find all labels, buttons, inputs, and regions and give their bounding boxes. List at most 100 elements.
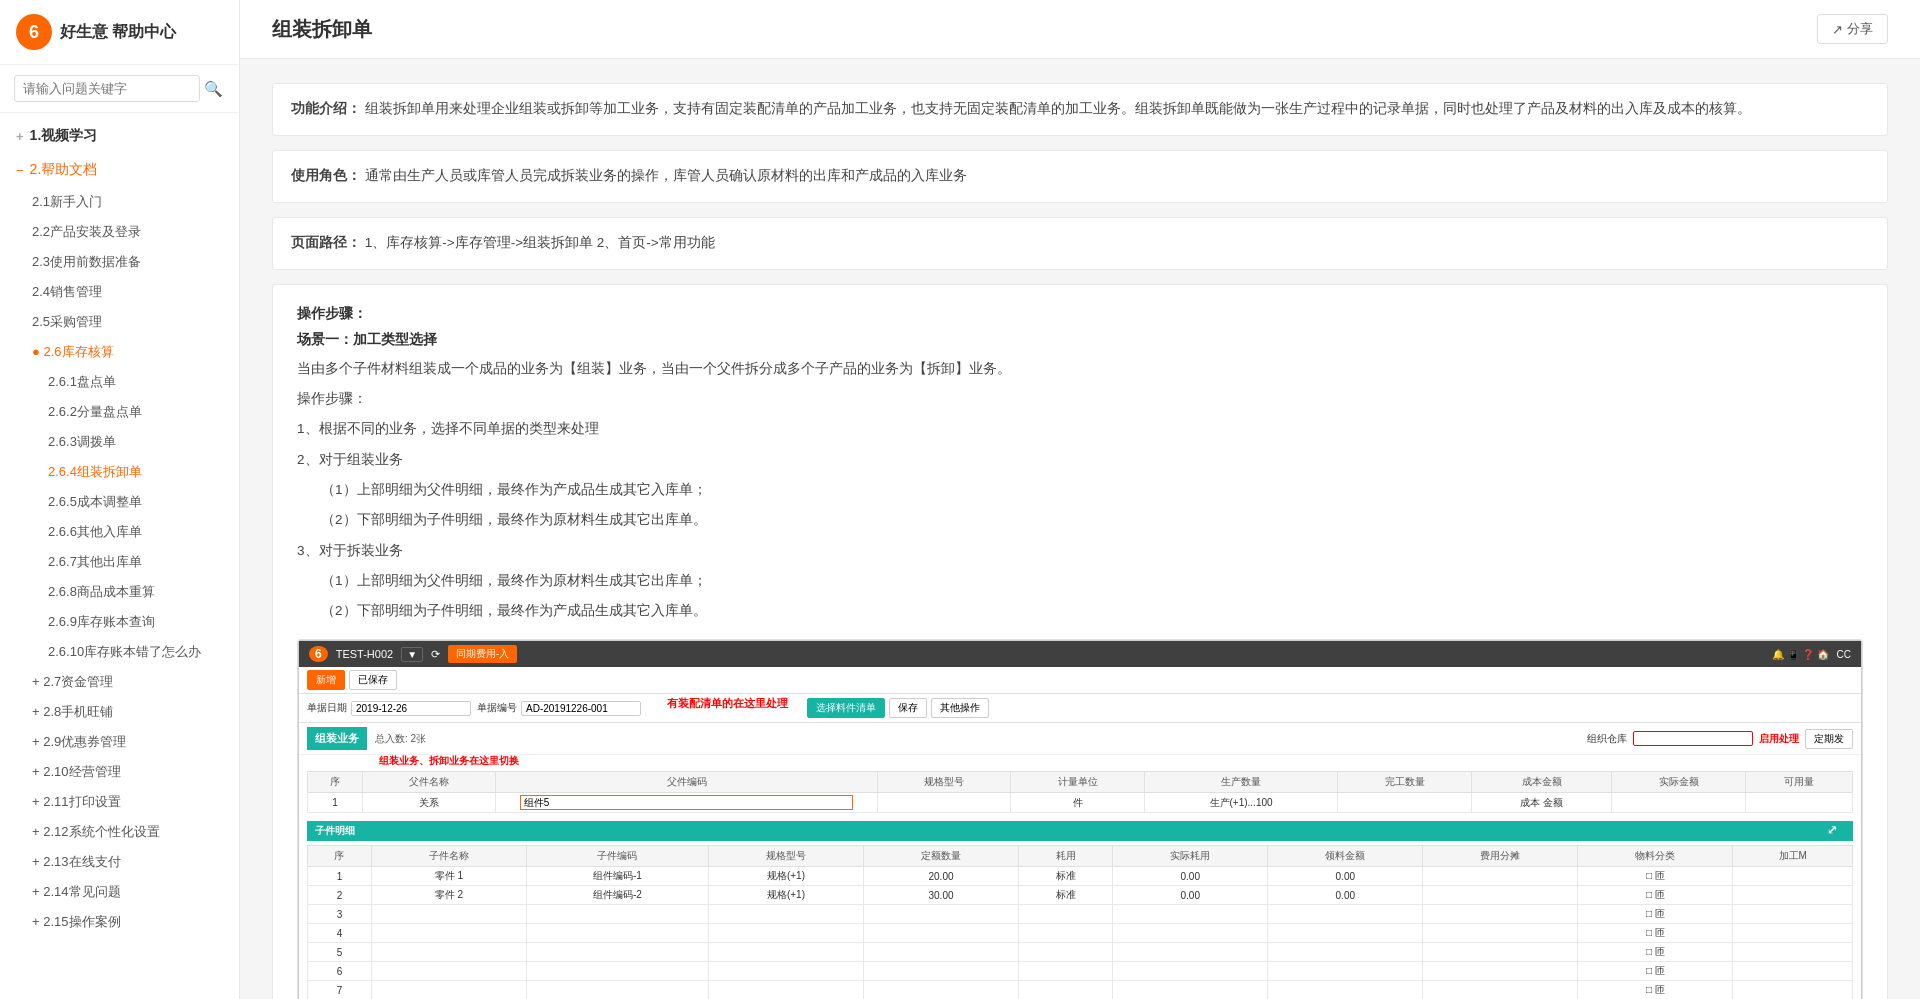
step3-1: （1）上部明细为父件明细，最终作为原材料生成其它出库单；: [321, 569, 1863, 593]
sidebar-item-partial-stock[interactable]: 2.6.2分量盘点单: [0, 397, 239, 427]
sidebar-item-purchase[interactable]: 2.5采购管理: [0, 307, 239, 337]
role-text: 通常由生产人员或库管人员完成拆装业务的操作，库管人员确认原材料的出库和产成品的入…: [365, 168, 967, 183]
td-parent-name: 关系: [362, 793, 495, 813]
path-box: 页面路径： 1、库存核算->库存管理->组装拆卸单 2、首页->常用功能: [272, 217, 1888, 270]
step2-1: （1）上部明细为父件明细，最终作为产成品生成其它入库单；: [321, 478, 1863, 502]
mock-confirm-btn[interactable]: 定期发: [1805, 729, 1853, 749]
lth-process: 加工M: [1733, 846, 1853, 867]
sidebar-item-docs[interactable]: − 2.帮助文档: [0, 153, 239, 187]
sidebar-item-mobile[interactable]: + 2.8手机旺铺: [0, 697, 239, 727]
sidebar-item-sales[interactable]: 2.4销售管理: [0, 277, 239, 307]
lth-category: 物料分类: [1578, 846, 1733, 867]
sidebar-item-payment[interactable]: + 2.13在线支付: [0, 847, 239, 877]
table-row: 1 零件 1 组件编码-1 规格(+1) 20.00 标准 0.00 0.00: [308, 867, 1853, 886]
top-bar: 组装拆卸单 ↗ 分享: [240, 0, 1920, 59]
td-actual: [1612, 793, 1745, 813]
mock-warehouse-input[interactable]: [1633, 731, 1753, 746]
mock-docno-label: 单据编号: [477, 701, 517, 715]
mock-app: 6 TEST-H002 ▼ ⟳ 同期费用-入 🔔 📱 ❓ 🏠 CC: [298, 640, 1862, 999]
sidebar-item-cost-adjust[interactable]: 2.6.5成本调整单: [0, 487, 239, 517]
search-button[interactable]: 🔍: [200, 80, 227, 98]
mock-extra-btn1[interactable]: 保存: [889, 698, 927, 718]
share-button[interactable]: ↗ 分享: [1817, 14, 1888, 44]
mock-nav-tabs: 新增 已保存: [299, 667, 1861, 694]
mock-date-input[interactable]: [351, 701, 471, 716]
intro-label: 功能介绍：: [291, 101, 361, 116]
role-box: 使用角色： 通常由生产人员或库管人员完成拆装业务的操作，库管人员确认原材料的出库…: [272, 150, 1888, 203]
sidebar-item-data-prep[interactable]: 2.3使用前数据准备: [0, 247, 239, 277]
td-seq: 1: [308, 793, 363, 813]
lth-actual-consume: 实际耗用: [1113, 846, 1268, 867]
intro-box: 功能介绍： 组装拆卸单用来处理企业组装或拆卸等加工业务，支持有固定装配清单的产品…: [272, 83, 1888, 136]
nav-list: + 1.视频学习 − 2.帮助文档 2.1新手入门 2.2产品安装及登录 2.3…: [0, 113, 239, 943]
sidebar-item-inbound[interactable]: 2.6.6其他入库单: [0, 517, 239, 547]
code-input[interactable]: [520, 795, 854, 810]
sidebar-item-ledger-fix[interactable]: 2.6.10库存账本错了怎么办: [0, 637, 239, 667]
mock-tab-new[interactable]: 新增: [307, 670, 345, 690]
table-row: 6□ 匝: [308, 962, 1853, 981]
mock-section-label: 组装业务: [307, 727, 367, 750]
th-parent-name: 父件名称: [362, 772, 495, 793]
mock-extra-btn2[interactable]: 其他操作: [931, 698, 989, 718]
lth-child-name: 子件名称: [371, 846, 526, 867]
sidebar-item-inventory[interactable]: ● 2.6库存核算: [0, 337, 239, 367]
active-bullet: ●: [32, 344, 40, 359]
mock-topbar-btn[interactable]: 同期费用-入: [448, 645, 517, 663]
table-row: 5□ 匝: [308, 943, 1853, 962]
mock-row-count: 总入数: 2张: [375, 732, 426, 746]
logo-title: 好生意 帮助中心: [60, 22, 176, 43]
sidebar-item-assembly[interactable]: 2.6.4组装拆卸单: [0, 457, 239, 487]
sidebar-item-faq[interactable]: + 2.14常见问题: [0, 877, 239, 907]
scene-desc: 当由多个子件材料组装成一个成品的业务为【组装】业务，当由一个父件拆分成多个子产品…: [297, 357, 1863, 381]
td-prod-qty: 生产(+1)...100: [1144, 793, 1338, 813]
mock-form-row: 单据日期 单据编号 有装配清单的在这里处理 选择料件清单 保存 其他操作: [299, 694, 1861, 723]
mock-tab-saved[interactable]: 已保存: [349, 670, 397, 690]
mock-lower-table-header: 序 子件名称 子件编码 规格型号 定额数量 耗用 实际耗用 领料金额 费用分摊: [308, 846, 1853, 867]
mock-process-btn[interactable]: 选择料件清单: [807, 698, 885, 718]
sidebar-item-coupon[interactable]: + 2.9优惠券管理: [0, 727, 239, 757]
sidebar-item-cost-recalc[interactable]: 2.6.8商品成本重算: [0, 577, 239, 607]
td-done-qty: [1338, 793, 1471, 813]
mock-dropdown[interactable]: ▼: [401, 647, 423, 662]
td-parent-code: [496, 793, 878, 813]
mock-docno-input[interactable]: [521, 701, 641, 716]
sidebar-item-system[interactable]: + 2.12系统个性化设置: [0, 817, 239, 847]
th-prod-qty: 生产数量: [1144, 772, 1338, 793]
sidebar-item-install[interactable]: 2.2产品安装及登录: [0, 217, 239, 247]
mock-refresh-icon[interactable]: ⟳: [431, 648, 440, 661]
sidebar-item-ops[interactable]: + 2.10经营管理: [0, 757, 239, 787]
step2: 2、对于组装业务: [297, 448, 1863, 472]
table-row: 1 关系 件 生产(+1)...100 成本 金额: [308, 793, 1853, 813]
sidebar-item-outbound[interactable]: 2.6.7其他出库单: [0, 547, 239, 577]
path-label: 页面路径：: [291, 235, 361, 250]
mock-expand-icon[interactable]: ⤢: [1827, 823, 1837, 837]
steps-container: 操作步骤： 场景一：加工类型选择 当由多个子件材料组装成一个成品的业务为【组装】…: [272, 284, 1888, 999]
sidebar-item-video[interactable]: + 1.视频学习: [0, 119, 239, 153]
ops-heading: 操作步骤：: [297, 305, 1863, 323]
screenshot-container: 6 TEST-H002 ▼ ⟳ 同期费用-入 🔔 📱 ❓ 🏠 CC: [297, 639, 1863, 999]
table-row: 4□ 匝: [308, 924, 1853, 943]
scene-label: 场景一：加工类型选择: [297, 331, 1863, 349]
page-title: 组装拆卸单: [272, 16, 372, 43]
mock-lower-table: 序 子件名称 子件编码 规格型号 定额数量 耗用 实际耗用 领料金额 费用分摊: [307, 845, 1853, 999]
mock-lower-table-container: 无固定清单可拖拽在这里录入 序 子件名称 子件编码 规格型号 定额数量 耗用: [299, 845, 1861, 999]
mock-upper-table-header: 序 父件名称 父件编码 规格型号 计量单位 生产数量 完工数量 成本金额 实际金…: [308, 772, 1853, 793]
step2-2: （2）下部明细为子件明细，最终作为原材料生成其它出库单。: [321, 508, 1863, 532]
lth-child-code: 子件编码: [526, 846, 708, 867]
collapse-icon: −: [16, 163, 24, 178]
sidebar-item-finance[interactable]: + 2.7资金管理: [0, 667, 239, 697]
step3: 3、对于拆装业务: [297, 539, 1863, 563]
mock-upper-table-container: 序 父件名称 父件编码 规格型号 计量单位 生产数量 完工数量 成本金额 实际金…: [299, 755, 1861, 817]
intro-text: 组装拆卸单用来处理企业组装或拆卸等加工业务，支持有固定装配清单的产品加工业务，也…: [365, 101, 1751, 116]
sidebar-item-print[interactable]: + 2.11打印设置: [0, 787, 239, 817]
sidebar-item-cases[interactable]: + 2.15操作案例: [0, 907, 239, 937]
sidebar-item-stocktake[interactable]: 2.6.1盘点单: [0, 367, 239, 397]
lth-alloc: 费用分摊: [1423, 846, 1578, 867]
search-input[interactable]: [14, 75, 200, 102]
sidebar-item-ledger-query[interactable]: 2.6.9库存账本查询: [0, 607, 239, 637]
search-area: 🔍: [0, 65, 239, 113]
sidebar-item-transfer[interactable]: 2.6.3调拨单: [0, 427, 239, 457]
table-row: 2 零件 2 组件编码-2 规格(+1) 30.00 标准 0.00 0.00: [308, 886, 1853, 905]
step3-2: （2）下部明细为子件明细，最终作为产成品生成其它入库单。: [321, 599, 1863, 623]
sidebar-item-beginner[interactable]: 2.1新手入门: [0, 187, 239, 217]
